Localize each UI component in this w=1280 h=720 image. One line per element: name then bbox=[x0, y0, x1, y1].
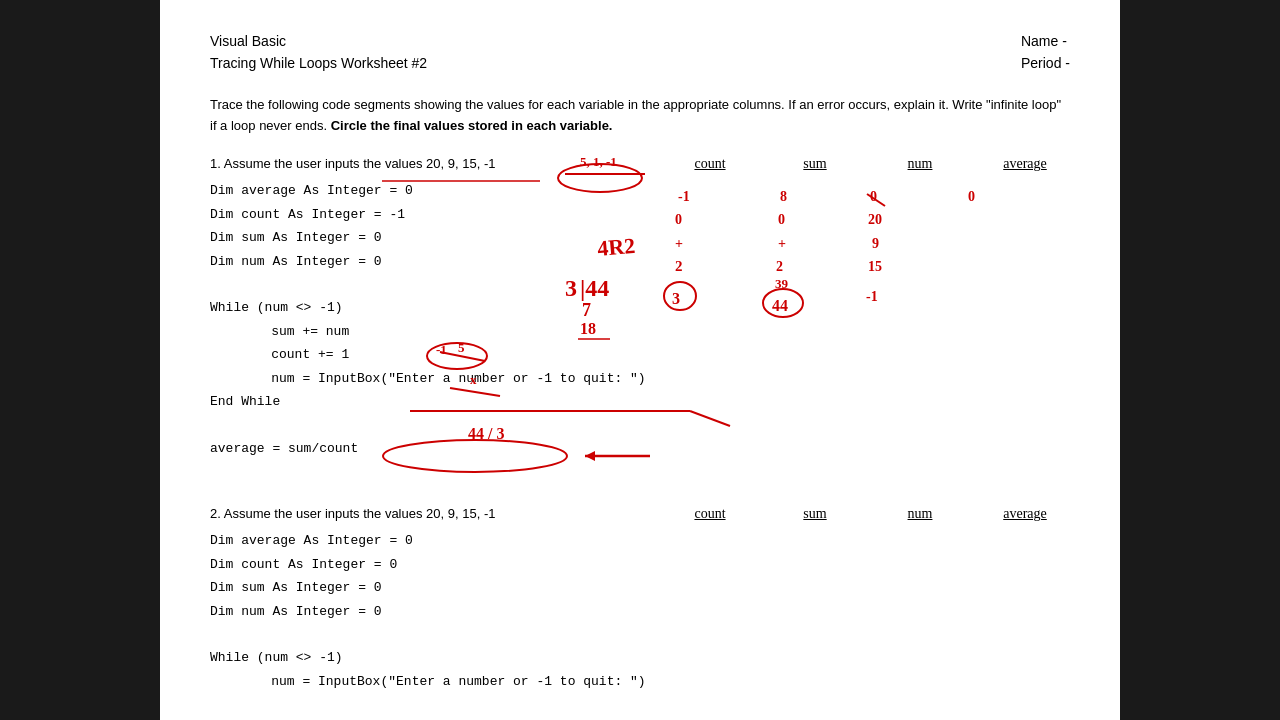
problem2-column-headers: count sum num average bbox=[685, 506, 1050, 522]
page-container: Visual Basic Tracing While Loops Workshe… bbox=[160, 0, 1120, 720]
p2-col-sum: sum bbox=[790, 506, 840, 522]
p2-code-if: If (num = -1)Then bbox=[210, 717, 1070, 721]
p2-code-line2: Dim count As Integer = 0 bbox=[210, 553, 1070, 576]
p2-col-num: num bbox=[895, 506, 945, 522]
p1-code-count: count += 1 bbox=[210, 343, 1070, 366]
header-right-line1: Name - bbox=[1021, 30, 1070, 52]
p2-code-blank1 bbox=[210, 623, 1070, 646]
p1-code-blank2 bbox=[210, 413, 1070, 436]
problem2-section: count sum num average 2. Assume the user… bbox=[210, 506, 1070, 720]
p2-code-line1: Dim average As Integer = 0 bbox=[210, 529, 1070, 552]
header-left-line2: Tracing While Loops Worksheet #2 bbox=[210, 52, 427, 74]
header-left-line1: Visual Basic bbox=[210, 30, 427, 52]
header-right-line2: Period - bbox=[1021, 52, 1070, 74]
p2-code-line4: Dim num As Integer = 0 bbox=[210, 600, 1070, 623]
header-section: Visual Basic Tracing While Loops Workshe… bbox=[210, 30, 1070, 75]
problem2-code: Dim average As Integer = 0 Dim count As … bbox=[210, 529, 1070, 720]
p1-code-blank1 bbox=[210, 273, 1070, 296]
p2-code-while: While (num <> -1) bbox=[210, 646, 1070, 669]
p1-code-average: average = sum/count bbox=[210, 437, 1070, 460]
p1-col-sum: sum bbox=[790, 156, 840, 172]
p2-col-average: average bbox=[1000, 506, 1050, 522]
p1-code-sum: sum += num bbox=[210, 320, 1070, 343]
problem1-code: Dim average As Integer = 0 Dim count As … bbox=[210, 179, 1070, 460]
p1-code-endwhile: End While bbox=[210, 390, 1070, 413]
problem2-title-text: 2. Assume the user inputs the values 20,… bbox=[210, 506, 495, 521]
p1-code-while: While (num <> -1) bbox=[210, 296, 1070, 319]
p1-code-line3: Dim sum As Integer = 0 bbox=[210, 226, 1070, 249]
instructions: Trace the following code segments showin… bbox=[210, 95, 1070, 137]
p2-code-input: num = InputBox("Enter a number or -1 to … bbox=[210, 670, 1070, 693]
p1-code-line1: Dim average As Integer = 0 bbox=[210, 179, 1070, 202]
problem1-section: count sum num average 1. Assume the user… bbox=[210, 156, 1070, 476]
instructions-bold: Circle the final values stored in each v… bbox=[331, 118, 613, 133]
p1-col-num: num bbox=[895, 156, 945, 172]
p2-col-count: count bbox=[685, 506, 735, 522]
p1-col-count: count bbox=[685, 156, 735, 172]
header-right: Name - Period - bbox=[1021, 30, 1070, 75]
p1-code-line4: Dim num As Integer = 0 bbox=[210, 250, 1070, 273]
p1-code-input: num = InputBox("Enter a number or -1 to … bbox=[210, 367, 1070, 390]
p1-col-average: average bbox=[1000, 156, 1050, 172]
p1-code-line2: Dim count As Integer = -1 bbox=[210, 203, 1070, 226]
p2-code-blank2 bbox=[210, 693, 1070, 716]
header-left: Visual Basic Tracing While Loops Workshe… bbox=[210, 30, 427, 75]
p2-code-line3: Dim sum As Integer = 0 bbox=[210, 576, 1070, 599]
problem1-column-headers: count sum num average bbox=[685, 156, 1050, 172]
